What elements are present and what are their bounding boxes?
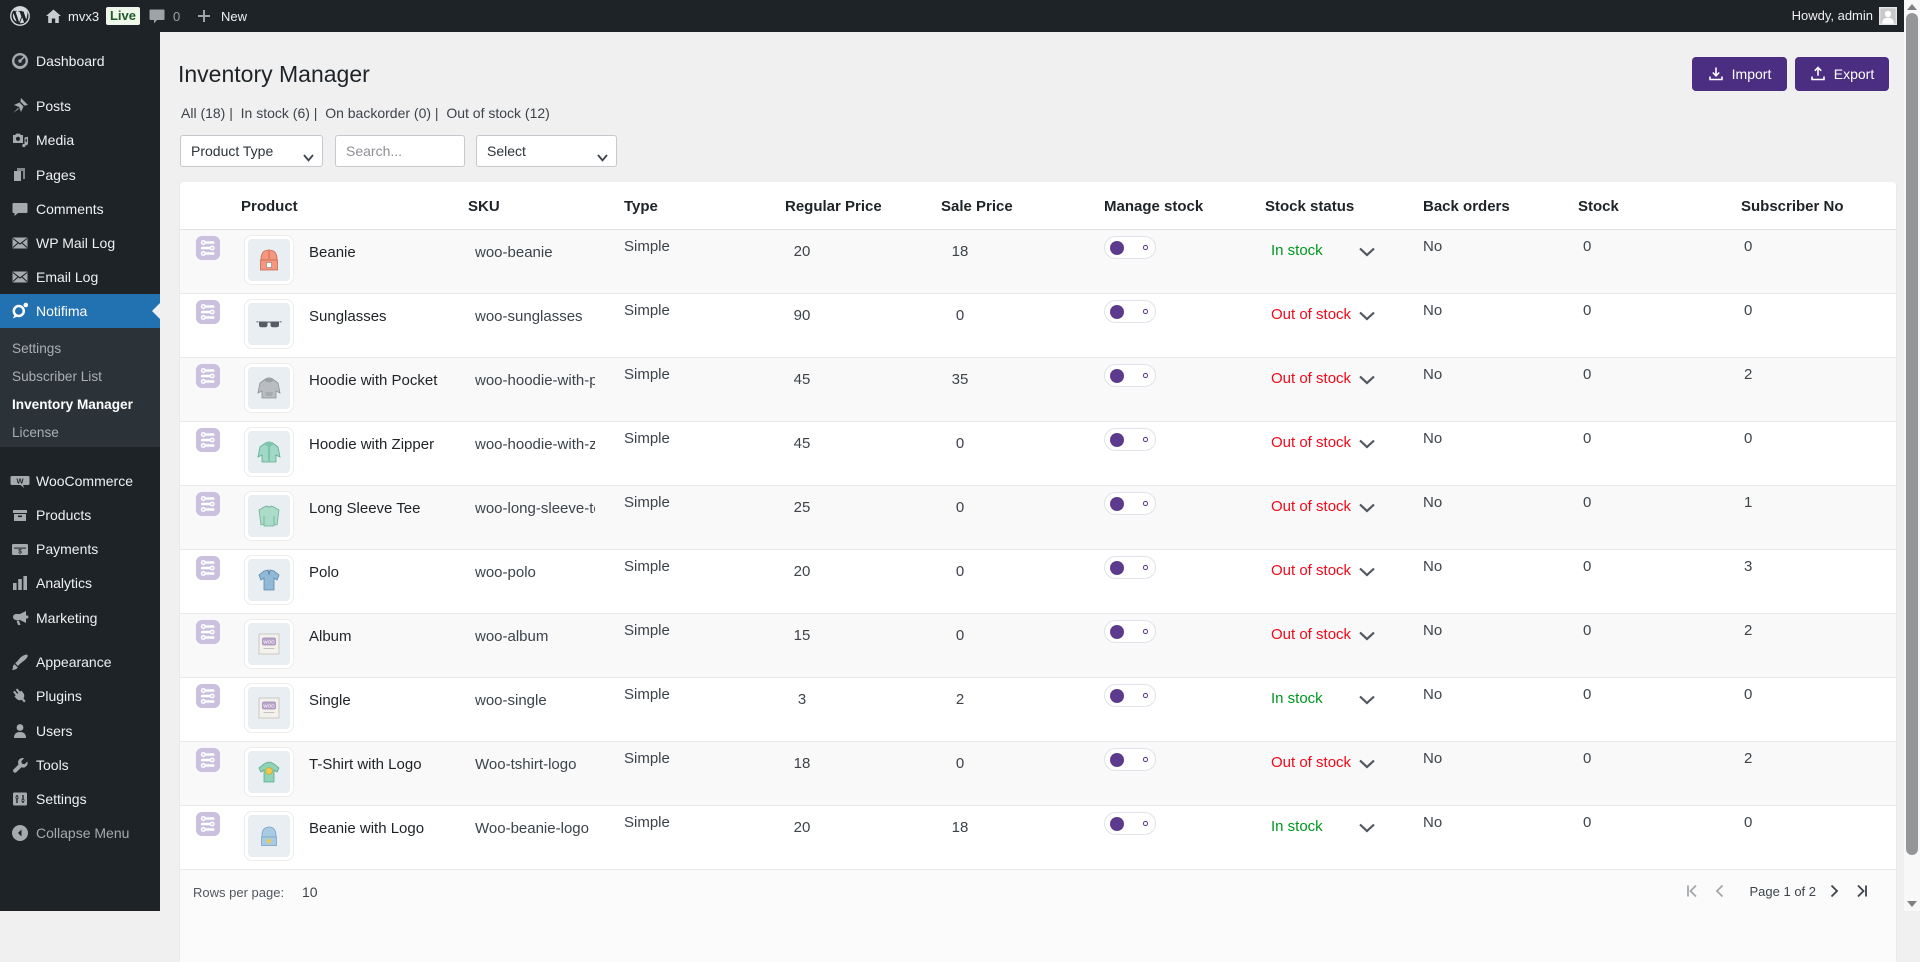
svg-text:WOO: WOO — [263, 703, 275, 708]
svg-text:WOO: WOO — [263, 639, 275, 644]
svg-text:W: W — [16, 477, 24, 486]
svg-text:$: $ — [18, 549, 22, 556]
